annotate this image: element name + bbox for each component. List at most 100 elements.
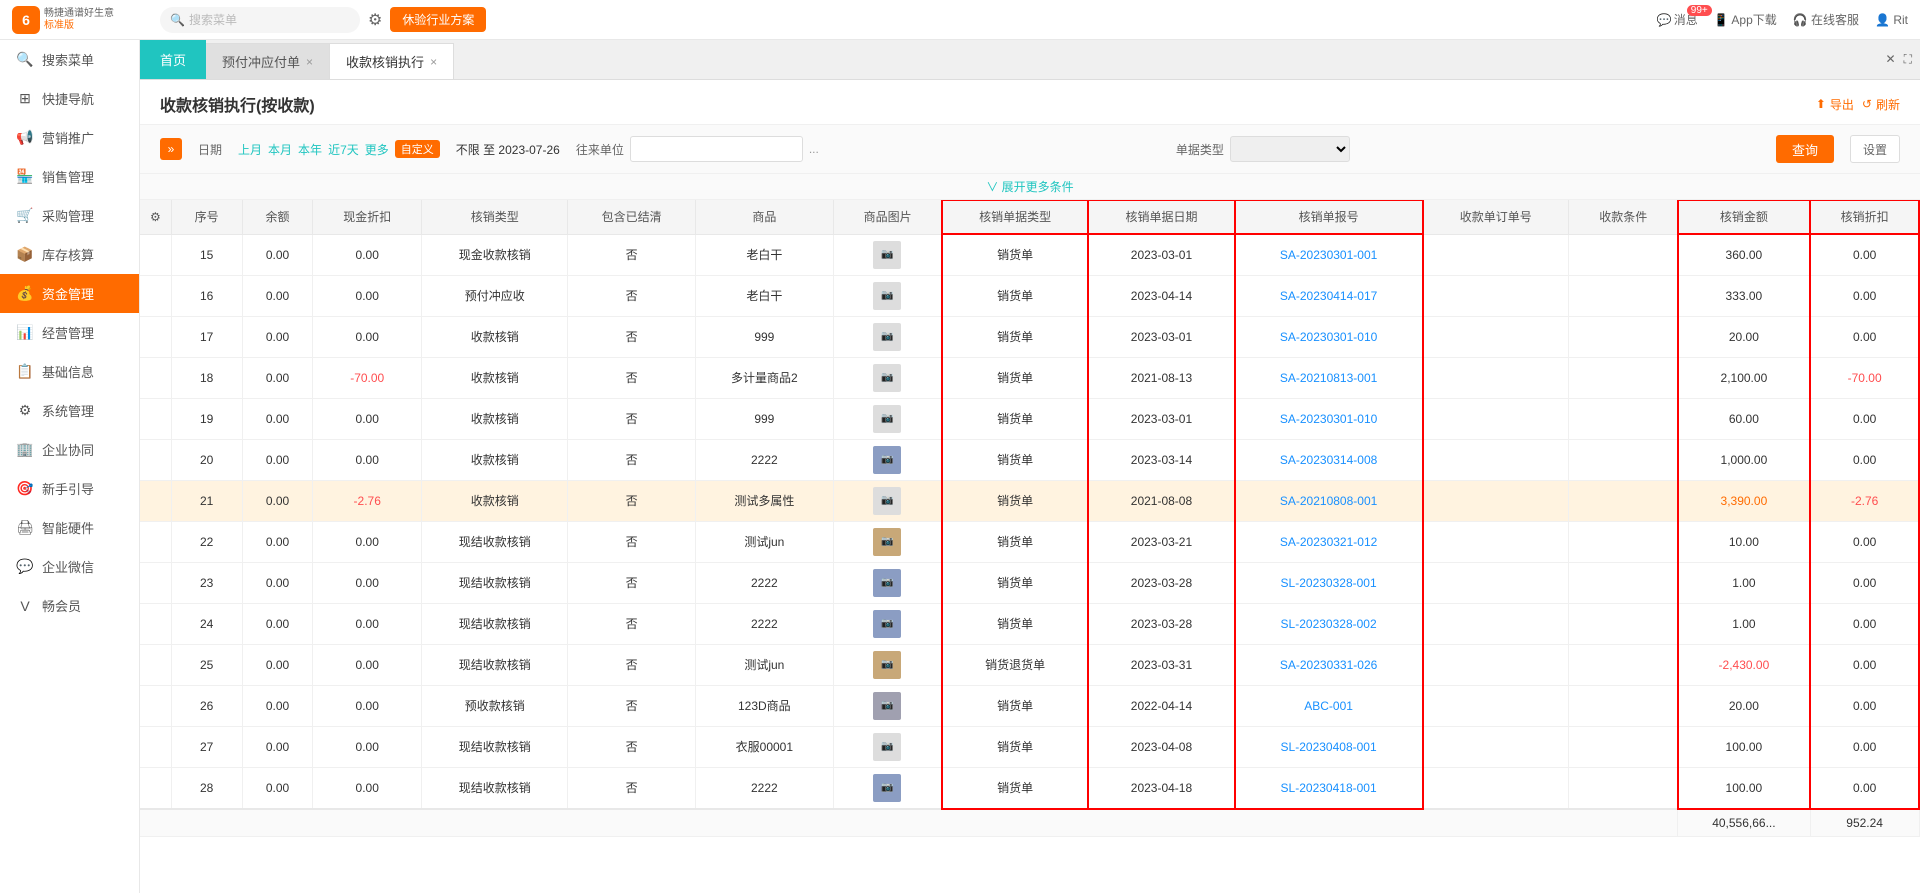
sidebar-label-nav: 快捷导航 xyxy=(42,89,94,108)
td-settings xyxy=(140,398,171,439)
td-cancel-bill-no[interactable]: SL-20230328-002 xyxy=(1235,603,1423,644)
td-receipt-condition xyxy=(1569,562,1678,603)
td-cash-discount: 0.00 xyxy=(313,685,422,726)
td-cash-discount: 0.00 xyxy=(313,603,422,644)
export-button[interactable]: ⬆ 导出 xyxy=(1816,96,1854,113)
table-row: 18 0.00 -70.00 收款核销 否 多计量商品2 📷 销货单 2021-… xyxy=(140,357,1919,398)
td-settings xyxy=(140,767,171,809)
td-included-settled: 否 xyxy=(568,562,695,603)
sidebar-label-operation: 经营管理 xyxy=(42,323,94,342)
sidebar-item-sales[interactable]: 🏪销售管理 xyxy=(0,157,139,196)
td-settings xyxy=(140,275,171,316)
this-month-btn[interactable]: 本月 xyxy=(268,141,292,158)
td-cancel-bill-date: 2023-03-01 xyxy=(1088,316,1234,357)
td-receipt-order-no xyxy=(1423,439,1569,480)
prepay-tab-close[interactable]: × xyxy=(306,55,313,69)
td-cancel-discount: 0.00 xyxy=(1810,439,1919,480)
message-icon[interactable]: 💬 消息 99+ xyxy=(1657,11,1698,28)
partner-input[interactable] xyxy=(630,136,803,162)
td-cancel-bill-no[interactable]: ABC-001 xyxy=(1235,685,1423,726)
td-product: 衣服00001 xyxy=(695,726,833,767)
solution-button[interactable]: 休验行业方案 xyxy=(390,7,486,32)
td-cancel-bill-date: 2023-04-18 xyxy=(1088,767,1234,809)
td-balance: 0.00 xyxy=(242,644,313,685)
td-cancel-bill-type: 销货单 xyxy=(942,357,1088,398)
td-cancel-bill-no[interactable]: SL-20230418-001 xyxy=(1235,767,1423,809)
tab-receipt[interactable]: 收款核销执行 × xyxy=(330,43,454,79)
sidebar-item-marketing[interactable]: 📢营销推广 xyxy=(0,118,139,157)
td-cancel-bill-date: 2021-08-13 xyxy=(1088,357,1234,398)
sidebar-item-basic[interactable]: 📋基础信息 xyxy=(0,352,139,391)
custom-date-btn[interactable]: 自定义 xyxy=(395,140,440,158)
sidebar-item-hardware[interactable]: 🖨智能硬件 xyxy=(0,508,139,547)
td-cancel-bill-no[interactable]: SL-20230408-001 xyxy=(1235,726,1423,767)
sidebar-item-member[interactable]: V畅会员 xyxy=(0,586,139,625)
td-receipt-order-no xyxy=(1423,726,1569,767)
date-shortcuts: 上月 本月 本年 近7天 更多 自定义 xyxy=(238,140,440,158)
td-cancel-bill-no[interactable]: SA-20230321-012 xyxy=(1235,521,1423,562)
sidebar-item-purchase[interactable]: 🛒采购管理 xyxy=(0,196,139,235)
tab-home[interactable]: 首页 xyxy=(140,40,206,79)
td-cancel-bill-no[interactable]: SA-20230301-010 xyxy=(1235,316,1423,357)
receipt-tab-close[interactable]: × xyxy=(430,55,437,69)
app-logo: 6 畅捷通谱好生意 标准版 xyxy=(12,6,132,34)
td-cancel-bill-no[interactable]: SA-20230414-017 xyxy=(1235,275,1423,316)
sidebar-item-enterprise[interactable]: 🏢企业协同 xyxy=(0,430,139,469)
td-product-img: 📷 xyxy=(833,685,942,726)
tab-prepay[interactable]: 预付冲应付单 × xyxy=(206,43,330,79)
table-row: 24 0.00 0.00 现结收款核销 否 2222 📷 销货单 2023-03… xyxy=(140,603,1919,644)
fullscreen-icon[interactable]: ⛶ xyxy=(1904,52,1912,67)
bill-type-field: 单据类型 xyxy=(1176,136,1760,162)
more-date-btn[interactable]: 更多 xyxy=(365,141,389,158)
td-cancel-bill-no[interactable]: SA-20230314-008 xyxy=(1235,439,1423,480)
sidebar-item-nav[interactable]: ⊞快捷导航 xyxy=(0,79,139,118)
sidebar-label-wechat: 企业微信 xyxy=(42,557,94,576)
query-button[interactable]: 查询 xyxy=(1776,135,1834,163)
td-cancel-bill-no[interactable]: SL-20230328-001 xyxy=(1235,562,1423,603)
sidebar-item-guide[interactable]: 🎯新手引导 xyxy=(0,469,139,508)
td-cancel-bill-date: 2023-04-14 xyxy=(1088,275,1234,316)
member-icon: V xyxy=(16,598,34,614)
td-product: 2222 xyxy=(695,439,833,480)
expand-more-bar[interactable]: ∨ 展开更多条件 xyxy=(140,174,1920,200)
last-7-days-btn[interactable]: 近7天 xyxy=(328,141,359,158)
settings-button[interactable]: 设置 xyxy=(1850,135,1900,163)
td-cancel-bill-date: 2023-03-21 xyxy=(1088,521,1234,562)
top-search[interactable]: 🔍 搜索菜单 xyxy=(160,7,360,33)
hardware-icon: 🖨 xyxy=(16,519,34,536)
refresh-button[interactable]: ↺ 刷新 xyxy=(1862,96,1900,113)
td-cancel-bill-no[interactable]: SA-20210808-001 xyxy=(1235,480,1423,521)
table-row: 17 0.00 0.00 收款核销 否 999 📷 销货单 2023-03-01… xyxy=(140,316,1919,357)
td-cancel-bill-no[interactable]: SA-20230301-001 xyxy=(1235,234,1423,275)
sidebar-item-search[interactable]: 🔍搜索菜单 xyxy=(0,40,139,79)
td-product-img: 📷 xyxy=(833,767,942,809)
td-cash-discount: 0.00 xyxy=(313,398,422,439)
last-month-btn[interactable]: 上月 xyxy=(238,141,262,158)
td-balance: 0.00 xyxy=(242,562,313,603)
sidebar: 🔍搜索菜单⊞快捷导航📢营销推广🏪销售管理🛒采购管理📦库存核算💰资金管理📊经营管理… xyxy=(0,40,140,893)
partner-label: 往来单位 xyxy=(576,141,624,158)
td-cancel-bill-no[interactable]: SA-20230331-026 xyxy=(1235,644,1423,685)
td-cancel-bill-no[interactable]: SA-20210813-001 xyxy=(1235,357,1423,398)
sidebar-item-system[interactable]: ⚙系统管理 xyxy=(0,391,139,430)
th-settings[interactable]: ⚙ xyxy=(140,200,171,234)
td-receipt-condition xyxy=(1569,521,1678,562)
online-service[interactable]: 🎧 在线客服 xyxy=(1793,11,1859,28)
td-cancel-bill-date: 2023-03-28 xyxy=(1088,603,1234,644)
user-profile[interactable]: 👤 Rit xyxy=(1875,13,1908,27)
sidebar-item-inventory[interactable]: 📦库存核算 xyxy=(0,235,139,274)
td-cancel-discount: 0.00 xyxy=(1810,398,1919,439)
bill-type-label: 单据类型 xyxy=(1176,141,1224,158)
sidebar-item-finance[interactable]: 💰资金管理 xyxy=(0,274,139,313)
search-icon: 🔍 xyxy=(16,51,34,68)
sidebar-item-wechat[interactable]: 💬企业微信 xyxy=(0,547,139,586)
gear-icon[interactable]: ⚙ xyxy=(368,10,382,30)
sidebar-item-operation[interactable]: 📊经营管理 xyxy=(0,313,139,352)
close-window-icon[interactable]: ✕ xyxy=(1886,52,1896,66)
this-year-btn[interactable]: 本年 xyxy=(298,141,322,158)
td-cancel-bill-no[interactable]: SA-20230301-010 xyxy=(1235,398,1423,439)
bill-type-select[interactable] xyxy=(1230,136,1350,162)
partner-more-icon[interactable]: ... xyxy=(809,142,819,156)
filter-expand-button[interactable]: » xyxy=(160,138,182,160)
app-download[interactable]: 📱 App下载 xyxy=(1714,11,1777,28)
